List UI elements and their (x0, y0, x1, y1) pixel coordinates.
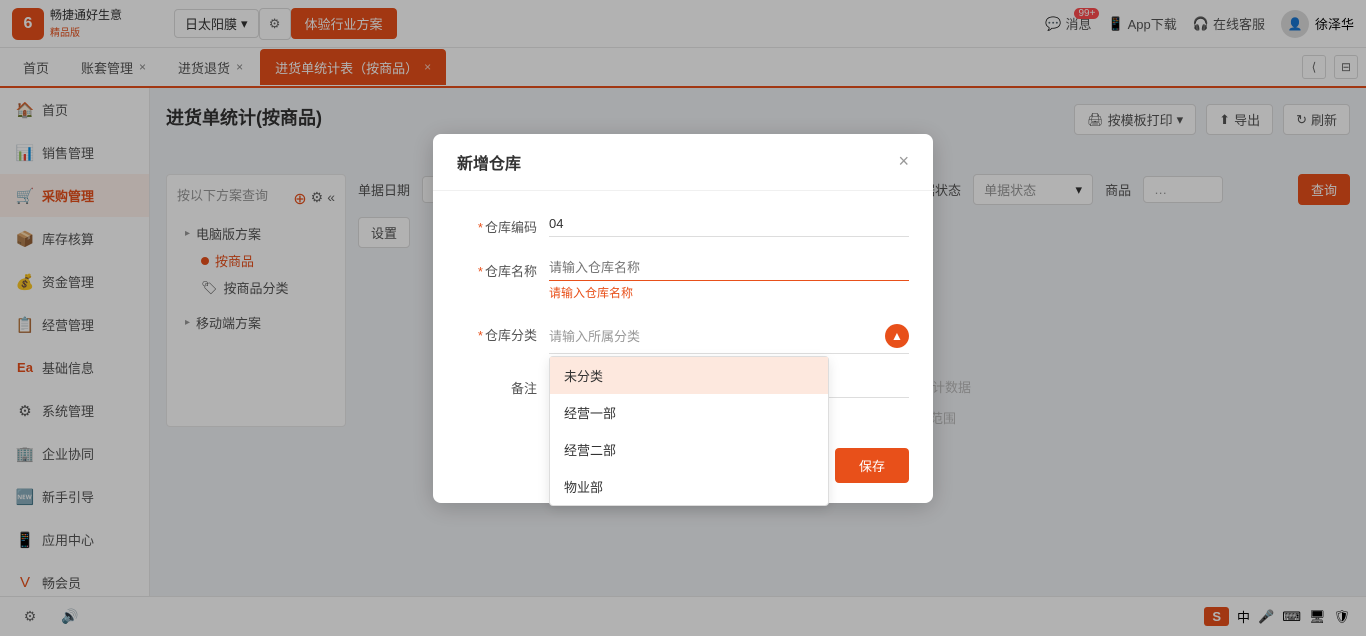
warehouse-name-input[interactable] (549, 255, 909, 281)
warehouse-name-label: 仓库名称 (457, 255, 537, 280)
warehouse-category-label: 仓库分类 (457, 319, 537, 344)
warehouse-code-label: 仓库编码 (457, 211, 537, 236)
dropdown-item-3[interactable]: 物业部 (550, 468, 828, 505)
save-button[interactable]: 保存 (835, 448, 909, 483)
modal-header: 新增仓库 × (433, 134, 933, 191)
modal-body: 仓库编码 仓库名称 请输入仓库名称 仓库分类 请输入所属分类 (433, 191, 933, 436)
dropdown-item-0[interactable]: 未分类 (550, 357, 828, 394)
warehouse-code-row: 仓库编码 (457, 211, 909, 237)
dropdown-item-1[interactable]: 经营一部 (550, 394, 828, 431)
warehouse-category-select[interactable]: 请输入所属分类 ▲ (549, 319, 909, 354)
dropdown-item-2[interactable]: 经营二部 (550, 431, 828, 468)
new-warehouse-modal: 新增仓库 × 仓库编码 仓库名称 请输入仓库名称 仓库分类 (433, 134, 933, 503)
warehouse-name-field: 请输入仓库名称 (549, 255, 909, 301)
category-dropdown: 未分类 经营一部 经营二部 物业部 (549, 356, 829, 506)
modal-title: 新增仓库 (457, 150, 521, 174)
modal-close-button[interactable]: × (898, 151, 909, 172)
warehouse-code-field (549, 211, 909, 237)
category-arrow-icon: ▲ (885, 324, 909, 348)
warehouse-category-field: 请输入所属分类 ▲ 未分类 经营一部 经营二部 物业部 (549, 319, 909, 354)
modal-overlay[interactable]: 新增仓库 × 仓库编码 仓库名称 请输入仓库名称 仓库分类 (0, 0, 1366, 636)
warehouse-name-error: 请输入仓库名称 (549, 284, 909, 301)
warehouse-code-input[interactable] (549, 211, 909, 237)
warehouse-name-row: 仓库名称 请输入仓库名称 (457, 255, 909, 301)
warehouse-note-label: 备注 (457, 372, 537, 397)
warehouse-category-row: 仓库分类 请输入所属分类 ▲ 未分类 经营一部 经营二部 物业部 (457, 319, 909, 354)
category-placeholder: 请输入所属分类 (549, 326, 640, 345)
